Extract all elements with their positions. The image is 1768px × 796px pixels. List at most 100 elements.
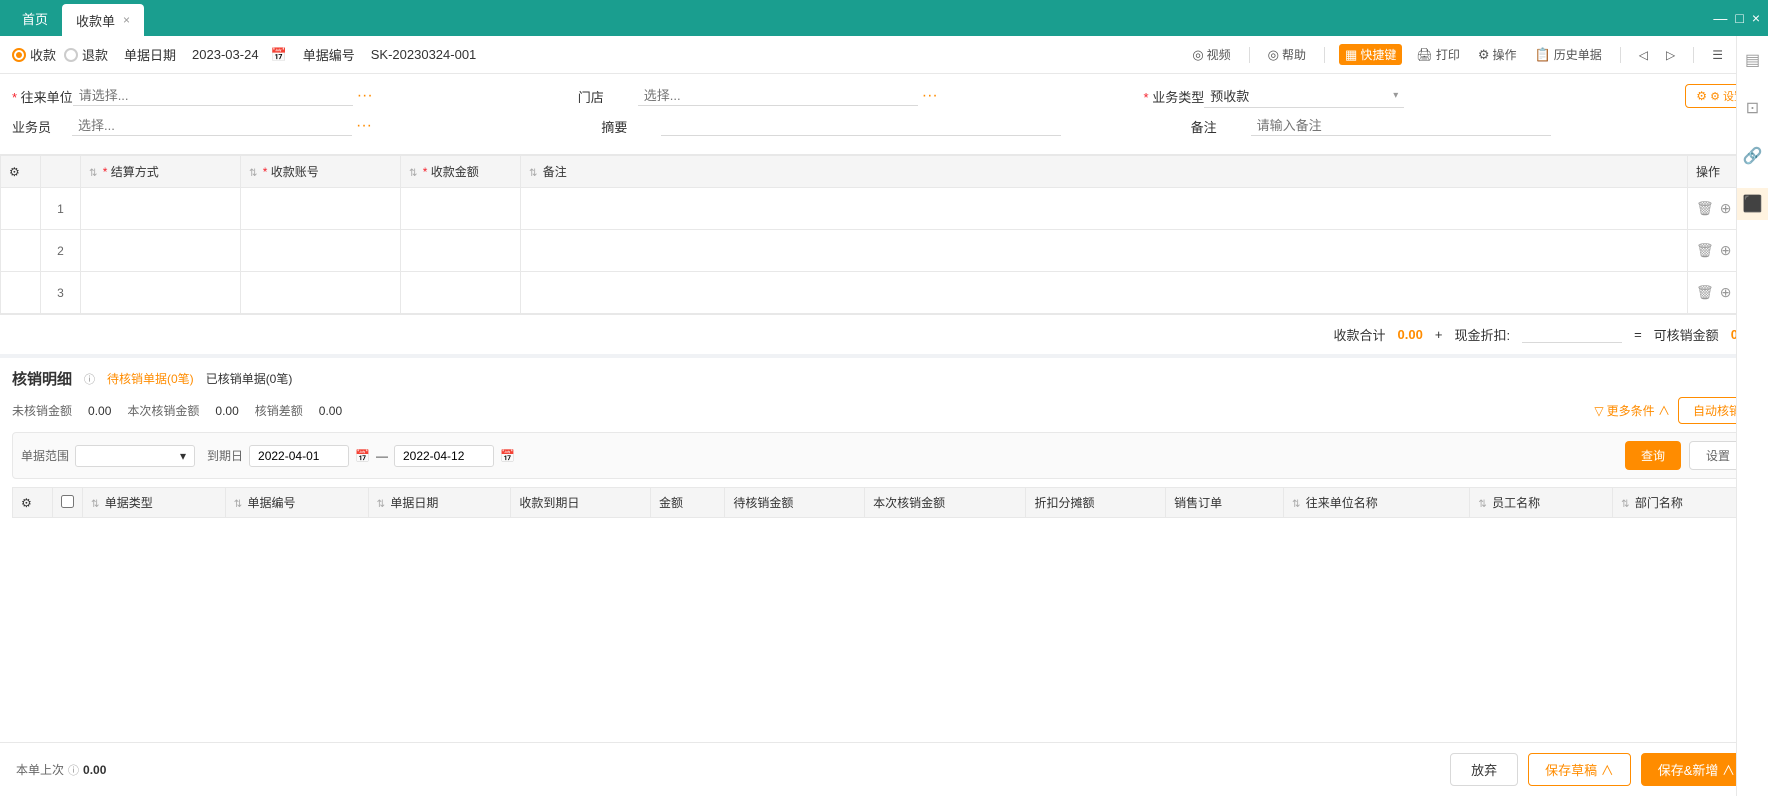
table-row: 1 🗑 ⊕ <box>1 188 1768 230</box>
close-btn[interactable]: × <box>1752 10 1760 26</box>
verify-actions: ▽ 更多条件 ∧ 自动核销 <box>1594 397 1756 424</box>
abandon-btn[interactable]: 放弃 <box>1450 753 1518 786</box>
partner-more-icon[interactable]: ··· <box>353 87 377 105</box>
btcol-dept[interactable]: ⇅ 部门名称 <box>1613 488 1756 518</box>
staff-input[interactable] <box>72 116 352 136</box>
pending-tab[interactable]: 待核销单据(0笔) <box>107 370 194 387</box>
tab-home-label: 首页 <box>22 9 48 28</box>
delete-icon-1[interactable]: 🗑 <box>1696 200 1714 217</box>
summary-label: 摘要 <box>601 117 661 136</box>
footer-info: 本单上次 ⓘ 0.00 <box>16 761 106 778</box>
calendar-icon[interactable]: 📅 <box>271 47 287 63</box>
sidebar-icon-3[interactable]: 🔗 <box>1737 140 1768 172</box>
store-input[interactable] <box>638 86 918 106</box>
row-remark-1[interactable] <box>521 188 1688 230</box>
tab-receipt[interactable]: 收款单 × <box>62 4 144 36</box>
btcol-checkbox[interactable] <box>53 488 83 518</box>
main-area: 收款 退款 单据日期 2023-03-24 📅 单据编号 SK-20230324… <box>0 36 1768 796</box>
print-btn[interactable]: 🖨 打印 <box>1412 44 1464 65</box>
draft-btn[interactable]: 保存草稿 ∧ <box>1528 753 1631 786</box>
col-settle-header[interactable]: ⇅ * 结算方式 <box>81 156 241 188</box>
remark-input[interactable] <box>1251 116 1551 136</box>
col-amount-header[interactable]: ⇅ * 收款金额 <box>401 156 521 188</box>
nav-next-btn[interactable]: ▷ <box>1662 46 1679 64</box>
nav-prev-btn[interactable]: ◁ <box>1635 46 1652 64</box>
refund-radio[interactable]: 退款 <box>64 45 108 64</box>
action-btn[interactable]: ⚙ 操作 <box>1474 44 1521 65</box>
col-account-header[interactable]: ⇅ * 收款账号 <box>241 156 401 188</box>
minimize-btn[interactable]: — <box>1713 10 1727 26</box>
range-dropdown-icon: ▾ <box>180 449 186 463</box>
row-settle-2[interactable] <box>81 230 241 272</box>
sidebar-icon-1[interactable]: ▤ <box>1737 44 1768 76</box>
copy-icon-1[interactable]: ⊕ <box>1720 200 1732 217</box>
more-filter-label: 更多条件 ∧ <box>1607 402 1670 419</box>
row-amount-3[interactable] <box>401 272 521 314</box>
col-current-label: 本次核销金额 <box>873 496 945 510</box>
query-btn[interactable]: 查询 <box>1625 441 1681 470</box>
window-controls: — □ × <box>1713 10 1760 26</box>
range-select[interactable]: ▾ <box>75 445 195 467</box>
btcol-date[interactable]: ⇅ 单据日期 <box>368 488 511 518</box>
history-label: 历史单据 <box>1554 46 1602 63</box>
copy-icon-2[interactable]: ⊕ <box>1720 242 1732 259</box>
tab-close-icon[interactable]: × <box>123 13 130 27</box>
delete-icon-3[interactable]: 🗑 <box>1696 284 1714 301</box>
video-btn[interactable]: ◎ 视频 <box>1188 44 1234 65</box>
delete-icon-2[interactable]: 🗑 <box>1696 242 1714 259</box>
btcol-gear[interactable]: ⚙ <box>13 488 53 518</box>
partner-input[interactable] <box>73 86 353 106</box>
tab-home[interactable]: 首页 <box>8 0 62 36</box>
diff-label: 核销差额 <box>255 402 303 419</box>
btcol-pending: 待核销金额 <box>725 488 865 518</box>
history-btn[interactable]: 📋 历史单据 <box>1531 44 1606 65</box>
action-icon: ⚙ <box>1478 47 1490 63</box>
sort-type-icon: ⇅ <box>91 499 99 510</box>
select-all-checkbox[interactable] <box>61 495 74 508</box>
total-label: 收款合计 <box>1334 325 1386 344</box>
btcol-number[interactable]: ⇅ 单据编号 <box>225 488 368 518</box>
row-remark-2[interactable] <box>521 230 1688 272</box>
list-view-btn[interactable]: ☰ <box>1708 46 1727 64</box>
table-settings-col[interactable]: ⚙ <box>1 156 41 188</box>
btcol-staff[interactable]: ⇅ 员工名称 <box>1470 488 1613 518</box>
row-account-1[interactable] <box>241 188 401 230</box>
col-amount-label2: 金额 <box>659 496 683 510</box>
sidebar-icon-4[interactable]: ⬛ <box>1737 188 1768 220</box>
video-icon: ◎ <box>1192 47 1203 63</box>
verify-info-icon[interactable]: ⓘ <box>84 371 95 387</box>
summary-row: 收款合计 0.00 + 现金折扣: = 可核销金额 0.00 <box>0 314 1768 354</box>
sidebar-icon-2[interactable]: ⊡ <box>1737 92 1768 124</box>
video-label: 视频 <box>1207 46 1231 63</box>
business-type-dropdown-icon[interactable]: ▾ <box>1393 90 1398 101</box>
more-filter-btn[interactable]: ▽ 更多条件 ∧ <box>1594 402 1670 419</box>
business-type-select[interactable]: 预收款 ▾ <box>1204 84 1404 108</box>
date-value[interactable]: 2023-03-24 <box>192 47 259 62</box>
shortcut-btn[interactable]: ▦ 快捷键 <box>1339 44 1402 65</box>
store-more-icon[interactable]: ··· <box>918 87 942 105</box>
btcol-type[interactable]: ⇅ 单据类型 <box>83 488 226 518</box>
row-amount-1[interactable] <box>401 188 521 230</box>
discount-input[interactable] <box>1522 327 1622 343</box>
row-settle-3[interactable] <box>81 272 241 314</box>
row-account-3[interactable] <box>241 272 401 314</box>
row-amount-2[interactable] <box>401 230 521 272</box>
calendar-icon-from[interactable]: 📅 <box>355 449 370 463</box>
help-btn[interactable]: ◎ 帮助 <box>1264 44 1310 65</box>
staff-more-icon[interactable]: ··· <box>352 117 376 135</box>
calendar-icon-to[interactable]: 📅 <box>500 449 515 463</box>
sort-staff-icon: ⇅ <box>1478 499 1486 510</box>
row-settle-1[interactable] <box>81 188 241 230</box>
copy-icon-3[interactable]: ⊕ <box>1720 284 1732 301</box>
due-date-from-input[interactable] <box>249 445 349 467</box>
done-tab[interactable]: 已核销单据(0笔) <box>206 370 293 387</box>
row-account-2[interactable] <box>241 230 401 272</box>
receipt-refund-toggle: 收款 退款 <box>12 45 108 64</box>
restore-btn[interactable]: □ <box>1735 10 1743 26</box>
due-date-to-input[interactable] <box>394 445 494 467</box>
receipt-radio[interactable]: 收款 <box>12 45 56 64</box>
btcol-partner[interactable]: ⇅ 往来单位名称 <box>1284 488 1470 518</box>
row-remark-3[interactable] <box>521 272 1688 314</box>
summary-input[interactable] <box>661 116 1061 136</box>
footer-info-icon[interactable]: ⓘ <box>68 762 79 778</box>
